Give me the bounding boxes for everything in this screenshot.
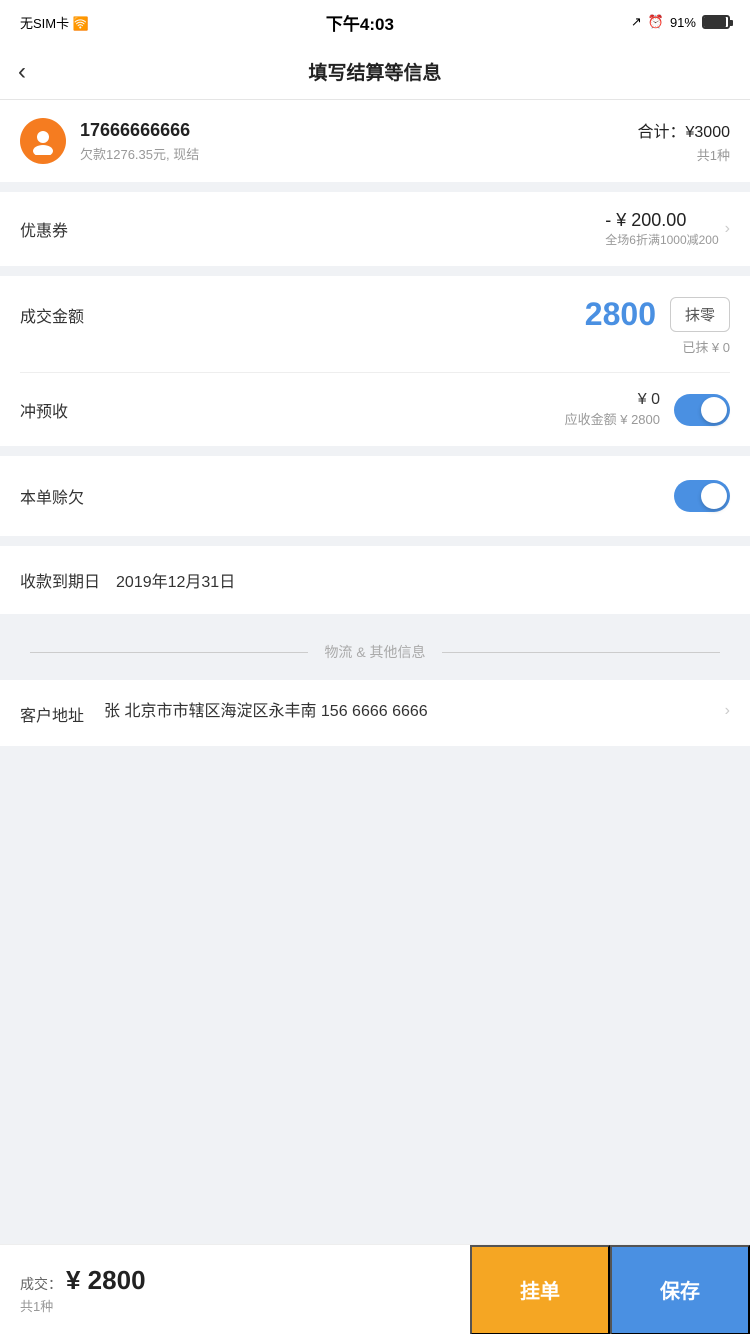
- address-chevron-icon: ›: [725, 702, 730, 720]
- prepay-amount: ¥ 0 应收金额 ¥ 2800: [565, 391, 660, 428]
- due-date-value: 2019年12月31日: [116, 568, 235, 592]
- prepay-toggle[interactable]: [674, 394, 730, 426]
- footer-count: 共1种: [20, 1296, 450, 1315]
- status-time: 下午4:03: [326, 10, 394, 35]
- sim-status: 无SIM卡 🛜: [20, 13, 89, 32]
- item-count: 共1种: [638, 145, 731, 164]
- deal-section: 成交金额 2800 抹零 已抹 ¥ 0 冲预收 ¥ 0 应收金额 ¥ 2800: [0, 276, 750, 446]
- coupon-chevron-icon: ›: [725, 220, 730, 238]
- coupon-label: 优惠券: [20, 217, 68, 241]
- prepay-label: 冲预收: [20, 398, 68, 422]
- footer-amount: ¥ 2800: [66, 1265, 146, 1296]
- status-left: 无SIM卡 🛜: [20, 13, 89, 32]
- footer: 成交： ¥ 2800 共1种 挂单 保存: [0, 1244, 750, 1334]
- total-amount: 合计：¥3000: [638, 118, 731, 142]
- debt-label: 本单赊欠: [20, 484, 84, 508]
- coupon-right: - ¥ 200.00 全场6折满1000减200 ›: [605, 210, 730, 248]
- coupon-amount: - ¥ 200.00: [605, 210, 718, 231]
- coupon-row[interactable]: 优惠券 - ¥ 200.00 全场6折满1000减200 ›: [0, 192, 750, 266]
- due-date-row: 收款到期日 2019年12月31日: [0, 546, 750, 614]
- coupon-desc: 全场6折满1000减200: [605, 231, 718, 248]
- avatar: [20, 118, 66, 164]
- logistics-text: 物流 & 其他信息: [324, 642, 425, 662]
- main-content: 17666666666 欠款1276.35元, 现结 合计：¥3000 共1种 …: [0, 100, 750, 1016]
- user-debt: 欠款1276.35元, 现结: [80, 144, 199, 163]
- page-title: 填写结算等信息: [308, 58, 441, 85]
- prepay-row: 冲预收 ¥ 0 应收金额 ¥ 2800: [0, 373, 750, 446]
- address-label: 客户地址: [20, 702, 84, 726]
- address-value: 张 北京市市辖区海淀区永丰南 156 6666 6666: [104, 700, 715, 724]
- debt-toggle[interactable]: [674, 480, 730, 512]
- footer-info: 成交： ¥ 2800 共1种: [0, 1265, 470, 1315]
- prepay-main: ¥ 0: [565, 391, 660, 409]
- prepay-sub: 应收金额 ¥ 2800: [565, 409, 660, 428]
- nav-bar: ‹ 填写结算等信息: [0, 44, 750, 100]
- logistics-divider: 物流 & 其他信息: [0, 624, 750, 680]
- deal-sub: 已抹 ¥ 0: [0, 333, 750, 372]
- user-info-row: 17666666666 欠款1276.35元, 现结 合计：¥3000 共1种: [0, 100, 750, 182]
- due-date-label: 收款到期日: [20, 568, 100, 592]
- save-button[interactable]: 保存: [610, 1245, 750, 1334]
- location-icon: ↗: [631, 14, 642, 30]
- status-bar: 无SIM卡 🛜 下午4:03 ↗ ⏰ 91%: [0, 0, 750, 44]
- deal-amount-value: 2800: [585, 296, 656, 333]
- round-button[interactable]: 抹零: [670, 297, 730, 332]
- debt-row: 本单赊欠: [0, 456, 750, 536]
- hold-button[interactable]: 挂单: [470, 1245, 610, 1334]
- bottom-gray-area: [0, 756, 750, 916]
- user-phone: 17666666666: [80, 120, 199, 141]
- deal-label: 成交金额: [20, 303, 84, 327]
- deal-amount-row: 成交金额 2800 抹零: [0, 276, 750, 333]
- battery-icon: [702, 15, 730, 29]
- address-row[interactable]: 客户地址 张 北京市市辖区海淀区永丰南 156 6666 6666 ›: [0, 680, 750, 746]
- prepay-right: ¥ 0 应收金额 ¥ 2800: [565, 391, 730, 428]
- deal-right: 2800 抹零: [585, 296, 730, 333]
- status-right: ↗ ⏰ 91%: [631, 14, 730, 30]
- user-details: 17666666666 欠款1276.35元, 现结: [80, 120, 199, 163]
- user-total: 合计：¥3000 共1种: [638, 118, 731, 164]
- back-button[interactable]: ‹: [18, 58, 26, 86]
- battery-text: 91%: [670, 15, 696, 30]
- user-left: 17666666666 欠款1276.35元, 现结: [20, 118, 199, 164]
- alarm-icon: ⏰: [648, 14, 664, 30]
- footer-deal-label: 成交：: [20, 1274, 62, 1294]
